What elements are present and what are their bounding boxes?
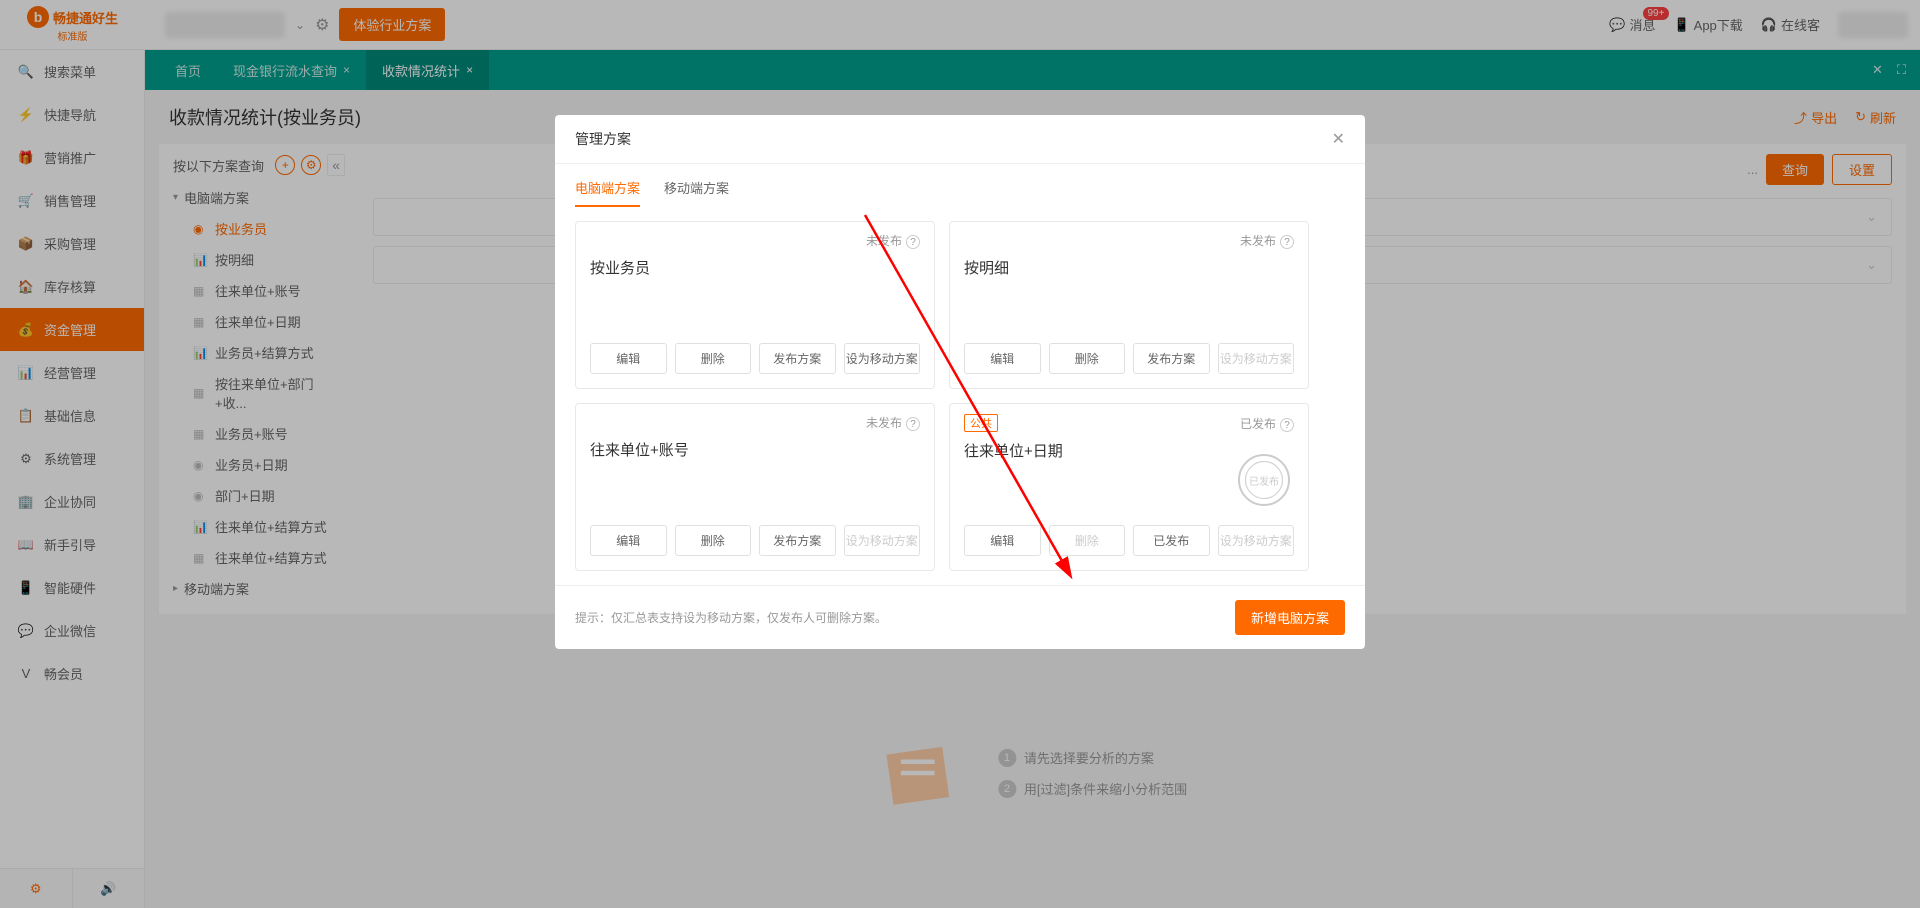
card-btn-set_mobile: 设为移动方案	[844, 525, 921, 556]
card-title: 按明细	[964, 257, 1294, 343]
modal-close-icon[interactable]: ✕	[1332, 129, 1345, 149]
help-icon[interactable]: ?	[1280, 235, 1294, 249]
card-btn-publish[interactable]: 发布方案	[759, 525, 836, 556]
card-btn-publish[interactable]: 发布方案	[759, 343, 836, 374]
modal-foot-hint: 提示：仅汇总表支持设为移动方案，仅发布人可删除方案。	[575, 609, 887, 626]
card-btn-set_mobile: 设为移动方案	[1218, 525, 1295, 556]
card-btn-published[interactable]: 已发布	[1133, 525, 1210, 556]
card-status: 未发布?	[866, 414, 920, 431]
modal-title: 管理方案	[575, 129, 631, 149]
add-pc-scheme-button[interactable]: 新增电脑方案	[1235, 600, 1345, 635]
card-btn-delete[interactable]: 删除	[675, 343, 752, 374]
card-btn-delete: 删除	[1049, 525, 1126, 556]
card-btn-edit[interactable]: 编辑	[964, 525, 1041, 556]
scheme-card-2: 未发布? 往来单位+账号编辑删除发布方案设为移动方案	[575, 403, 935, 571]
scheme-card-1: 未发布? 按明细编辑删除发布方案设为移动方案	[949, 221, 1309, 389]
card-status: 未发布?	[866, 232, 920, 249]
card-title: 按业务员	[590, 257, 920, 343]
card-status: 未发布?	[1240, 232, 1294, 249]
card-status: 已发布?	[1240, 415, 1294, 432]
card-btn-delete[interactable]: 删除	[675, 525, 752, 556]
scheme-card-0: 未发布? 按业务员编辑删除发布方案设为移动方案	[575, 221, 935, 389]
card-btn-edit[interactable]: 编辑	[590, 525, 667, 556]
help-icon[interactable]: ?	[906, 417, 920, 431]
card-btn-edit[interactable]: 编辑	[964, 343, 1041, 374]
modal-body: 未发布?按业务员编辑删除发布方案设为移动方案未发布?按明细编辑删除发布方案设为移…	[555, 207, 1365, 585]
help-icon[interactable]: ?	[1280, 418, 1294, 432]
modal-tab-mobile[interactable]: 移动端方案	[664, 178, 729, 207]
card-btn-delete[interactable]: 删除	[1049, 343, 1126, 374]
card-btn-publish[interactable]: 发布方案	[1133, 343, 1210, 374]
card-btn-set_mobile[interactable]: 设为移动方案	[844, 343, 921, 374]
scheme-card-3: 公共已发布?往来单位+日期已发布编辑删除已发布设为移动方案	[949, 403, 1309, 571]
help-icon[interactable]: ?	[906, 235, 920, 249]
public-tag: 公共	[964, 414, 998, 432]
manage-scheme-modal: 管理方案 ✕ 电脑端方案 移动端方案 未发布?按业务员编辑删除发布方案设为移动方…	[555, 115, 1365, 649]
card-btn-set_mobile: 设为移动方案	[1218, 343, 1295, 374]
card-title: 往来单位+账号	[590, 439, 920, 525]
modal-tab-pc[interactable]: 电脑端方案	[575, 178, 640, 207]
card-btn-edit[interactable]: 编辑	[590, 343, 667, 374]
published-stamp-icon: 已发布	[1238, 454, 1290, 506]
